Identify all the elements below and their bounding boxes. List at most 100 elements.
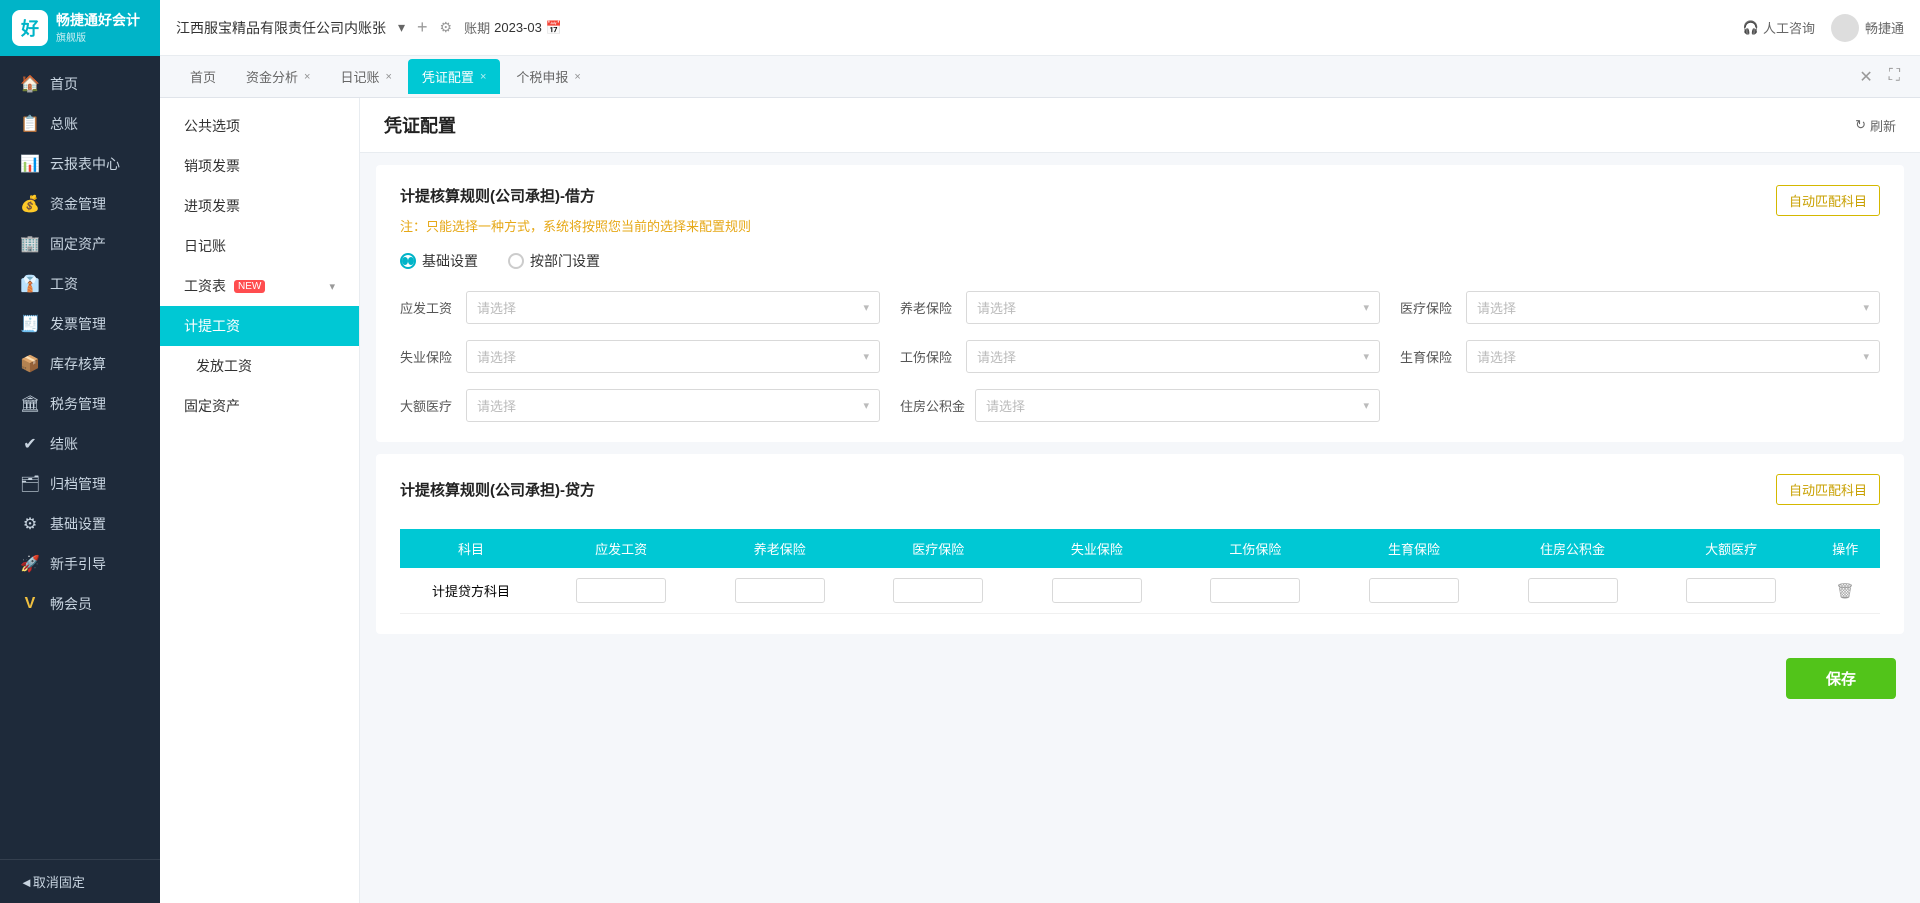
row-action-cell: 🗑 bbox=[1810, 568, 1880, 614]
chevron-down-icon: ▾ bbox=[1363, 301, 1369, 314]
field-label: 住房公积金 bbox=[900, 396, 965, 415]
yingfa-gongzi-select[interactable]: 请选择 ▾ bbox=[466, 291, 880, 324]
sidebar-item-settings[interactable]: ⚙ 基础设置 bbox=[0, 504, 160, 544]
menu-item-fixed-assets[interactable]: 固定资产 bbox=[160, 386, 359, 426]
sidebar-item-ledger[interactable]: 📋 总账 bbox=[0, 104, 160, 144]
tab-close-icon[interactable]: × bbox=[574, 71, 580, 83]
sidebar-item-vip[interactable]: V 畅会员 bbox=[0, 584, 160, 624]
menu-item-wage-table[interactable]: 工资表 NEW ▾ bbox=[160, 266, 359, 306]
gongshang-input[interactable] bbox=[1210, 578, 1300, 603]
select-placeholder: 请选择 bbox=[1477, 347, 1516, 366]
yanglao-input[interactable] bbox=[735, 578, 825, 603]
debit-auto-match-button[interactable]: 自动匹配科目 bbox=[1776, 185, 1880, 216]
support-label: 人工咨询 bbox=[1763, 18, 1815, 37]
zhufang-gongjijin-select[interactable]: 请选择 ▾ bbox=[975, 389, 1380, 422]
company-dropdown-icon[interactable]: ▾ bbox=[398, 19, 405, 36]
support-button[interactable]: 🎧 人工咨询 bbox=[1743, 18, 1815, 37]
field-daejue-yiliao: 大额医疗 请选择 ▾ bbox=[400, 389, 880, 422]
menu-item-public[interactable]: 公共选项 bbox=[160, 106, 359, 146]
sidebar-item-assets[interactable]: 🏢 固定资产 bbox=[0, 224, 160, 264]
table-header-row: 科目 应发工资 养老保险 医疗保险 失业保险 工伤保险 生育保险 住房公积金 大… bbox=[400, 529, 1880, 568]
chevron-down-icon: ▾ bbox=[1363, 350, 1369, 363]
save-button[interactable]: 保存 bbox=[1786, 658, 1896, 699]
tab-close-icon[interactable]: × bbox=[480, 71, 486, 83]
sidebar-item-home[interactable]: 🏠 首页 bbox=[0, 64, 160, 104]
sidebar-item-salary[interactable]: 👔 工资 bbox=[0, 264, 160, 304]
period-value[interactable]: 2023-03 bbox=[494, 20, 542, 35]
calendar-icon[interactable]: 📅 bbox=[546, 20, 562, 36]
close-tab-ctrl-icon[interactable]: ✕ bbox=[1855, 63, 1876, 91]
radio-unchecked-icon bbox=[508, 253, 524, 269]
gongshang-baoxian-select[interactable]: 请选择 ▾ bbox=[966, 340, 1380, 373]
add-company-button[interactable]: + bbox=[417, 17, 428, 38]
inventory-icon: 📦 bbox=[20, 354, 40, 374]
select-placeholder: 请选择 bbox=[1477, 298, 1516, 317]
assets-icon: 🏢 bbox=[20, 234, 40, 254]
debit-section-title: 计提核算规则(公司承担)-借方 bbox=[400, 185, 1776, 206]
yanglao-baoxian-select[interactable]: 请选择 ▾ bbox=[966, 291, 1380, 324]
tab-label: 资金分析 bbox=[246, 67, 298, 86]
yiliao-input[interactable] bbox=[893, 578, 983, 603]
field-gongshang-baoxian: 工伤保险 请选择 ▾ bbox=[900, 340, 1380, 373]
invoice-icon: 🧾 bbox=[20, 314, 40, 334]
gongjijin-input[interactable] bbox=[1528, 578, 1618, 603]
yingfa-input[interactable] bbox=[576, 578, 666, 603]
menu-item-pay-salary[interactable]: 发放工资 bbox=[160, 346, 359, 386]
sidebar-item-guide[interactable]: 🚀 新手引导 bbox=[0, 544, 160, 584]
shengyu-input[interactable] bbox=[1369, 578, 1459, 603]
tab-close-icon[interactable]: × bbox=[304, 71, 310, 83]
tab-tax-filing[interactable]: 个税申报 × bbox=[502, 59, 594, 94]
menu-item-journal[interactable]: 日记账 bbox=[160, 226, 359, 266]
topbar-right: 🎧 人工咨询 畅捷通 bbox=[1743, 14, 1904, 42]
table-row: 计提贷方科目 🗑 bbox=[400, 568, 1880, 614]
shiye-input[interactable] bbox=[1052, 578, 1142, 603]
expand-tab-ctrl-icon[interactable]: ⛶ bbox=[1885, 63, 1904, 91]
radio-basic-setting[interactable]: 基础设置 bbox=[400, 251, 478, 271]
delete-row-button[interactable]: 🗑 bbox=[1836, 583, 1855, 600]
row-yanglao-input-cell bbox=[700, 568, 859, 614]
save-bar: 保存 bbox=[360, 646, 1920, 711]
user-menu[interactable]: 畅捷通 bbox=[1831, 14, 1904, 42]
tab-home[interactable]: 首页 bbox=[176, 59, 230, 94]
sidebar-item-archive[interactable]: 🗂 归档管理 bbox=[0, 464, 160, 504]
row-label: 计提贷方科目 bbox=[400, 568, 542, 614]
select-placeholder: 请选择 bbox=[477, 298, 516, 317]
daejue-input[interactable] bbox=[1686, 578, 1776, 603]
sidebar-item-close[interactable]: ✔ 结账 bbox=[0, 424, 160, 464]
sidebar-item-tax[interactable]: 🏛 税务管理 bbox=[0, 384, 160, 424]
ledger-icon: 📋 bbox=[20, 114, 40, 134]
shengyu-baoxian-select[interactable]: 请选择 ▾ bbox=[1466, 340, 1880, 373]
close-period-icon: ✔ bbox=[20, 434, 40, 454]
credit-auto-match-button[interactable]: 自动匹配科目 bbox=[1776, 474, 1880, 505]
app-name: 畅捷通好会计 bbox=[56, 12, 140, 29]
shiye-baoxian-select[interactable]: 请选择 ▾ bbox=[466, 340, 880, 373]
unpin-sidebar-button[interactable]: ◄取消固定 bbox=[0, 859, 160, 903]
tab-close-icon[interactable]: × bbox=[385, 71, 391, 83]
sidebar-item-inventory[interactable]: 📦 库存核算 bbox=[0, 344, 160, 384]
new-badge: NEW bbox=[234, 280, 265, 293]
sidebar-item-reports[interactable]: 📊 云报表中心 bbox=[0, 144, 160, 184]
menu-item-purchase-invoice[interactable]: 进项发票 bbox=[160, 186, 359, 226]
radio-dept-setting[interactable]: 按部门设置 bbox=[508, 251, 600, 271]
sidebar-item-funds[interactable]: 💰 资金管理 bbox=[0, 184, 160, 224]
menu-item-sales-invoice[interactable]: 销项发票 bbox=[160, 146, 359, 186]
sidebar-item-label: 总账 bbox=[50, 114, 78, 134]
tab-voucher-config[interactable]: 凭证配置 × bbox=[408, 59, 500, 94]
settings-gear-icon[interactable]: ⚙ bbox=[440, 19, 453, 36]
salary-icon: 👔 bbox=[20, 274, 40, 294]
daejue-yiliao-select[interactable]: 请选择 ▾ bbox=[466, 389, 880, 422]
col-action: 操作 bbox=[1810, 529, 1880, 568]
sidebar-item-label: 固定资产 bbox=[50, 234, 106, 254]
field-label: 应发工资 bbox=[400, 298, 456, 317]
sidebar-item-invoice[interactable]: 🧾 发票管理 bbox=[0, 304, 160, 344]
row-yingfa-input-cell bbox=[542, 568, 701, 614]
yiliao-baoxian-select[interactable]: 请选择 ▾ bbox=[1466, 291, 1880, 324]
chevron-down-icon: ▾ bbox=[329, 280, 335, 293]
content-area: 公共选项 销项发票 进项发票 日记账 工资表 NEW ▾ 计提工资 bbox=[160, 98, 1920, 903]
tab-fund-analysis[interactable]: 资金分析 × bbox=[232, 59, 324, 94]
credit-table-wrapper: 科目 应发工资 养老保险 医疗保险 失业保险 工伤保险 生育保险 住房公积金 大… bbox=[400, 529, 1880, 614]
refresh-button[interactable]: ↻ 刷新 bbox=[1855, 116, 1896, 135]
tab-journal[interactable]: 日记账 × bbox=[326, 59, 405, 94]
menu-item-accrue-salary[interactable]: 计提工资 bbox=[160, 306, 359, 346]
period-display: 账期 2023-03 📅 bbox=[464, 18, 562, 37]
